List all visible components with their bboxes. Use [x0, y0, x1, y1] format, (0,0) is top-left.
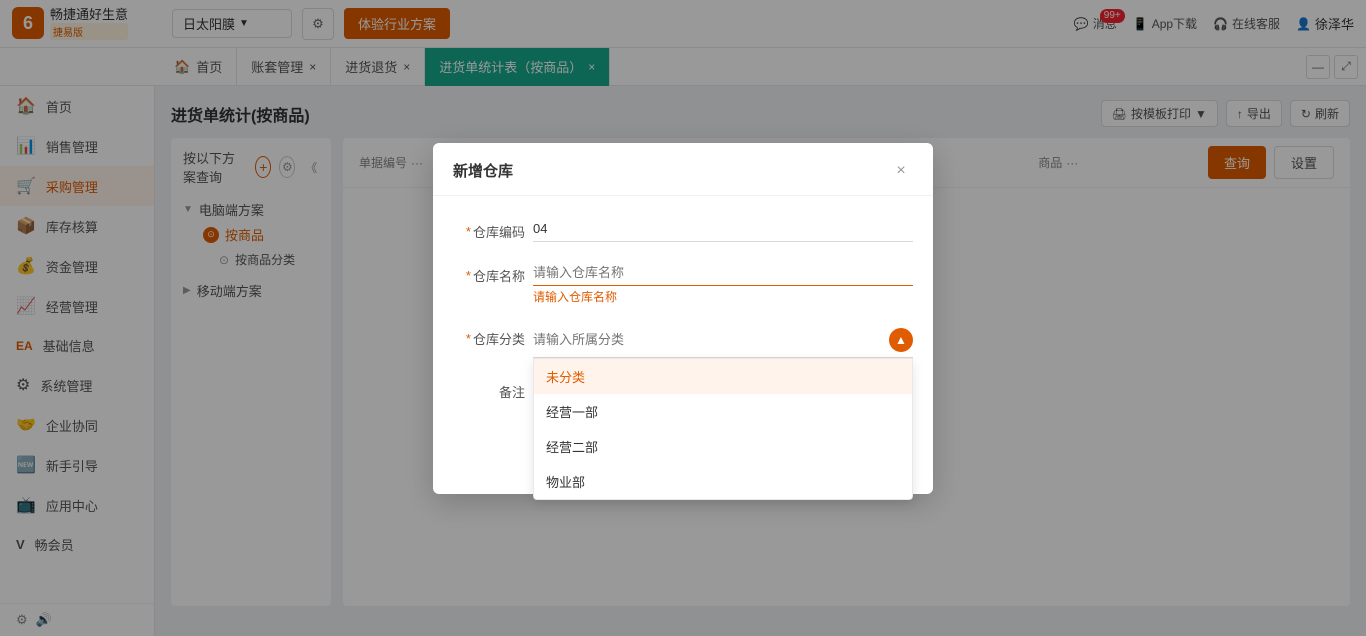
modal-close-button[interactable]: ×	[889, 159, 913, 183]
modal-overlay: 新增仓库 × * 仓库编码 * 仓库名称	[0, 0, 1366, 636]
note-label: 备注	[453, 376, 533, 401]
add-warehouse-modal: 新增仓库 × * 仓库编码 * 仓库名称	[433, 143, 933, 494]
name-error-msg: 请输入仓库名称	[533, 288, 913, 305]
dropdown-option-dept2[interactable]: 经营二部	[534, 429, 912, 464]
category-label: * 仓库分类	[453, 323, 533, 348]
form-row-code: * 仓库编码	[453, 216, 913, 242]
category-input[interactable]	[533, 332, 889, 347]
modal-header: 新增仓库 ×	[433, 143, 933, 196]
modal-body: * 仓库编码 * 仓库名称 请输入仓库名称	[433, 196, 933, 411]
name-label: * 仓库名称	[453, 260, 533, 285]
chevron-up-icon: ▲	[895, 333, 907, 347]
category-dropdown-row: ▲	[533, 323, 913, 358]
dropdown-option-property[interactable]: 物业部	[534, 464, 912, 499]
code-label: * 仓库编码	[453, 216, 533, 241]
modal-title: 新增仓库	[453, 160, 513, 181]
category-dropdown-list: 未分类 经营一部 经营二部 物业部	[533, 358, 913, 500]
form-row-name: * 仓库名称 请输入仓库名称	[453, 260, 913, 305]
dropdown-option-dept1[interactable]: 经营一部	[534, 394, 912, 429]
name-input[interactable]	[533, 260, 913, 286]
form-row-category: * 仓库分类 ▲ 未分类 经营一部	[453, 323, 913, 358]
code-field-wrap	[533, 216, 913, 242]
category-field-wrap: ▲ 未分类 经营一部 经营二部 物业	[533, 323, 913, 358]
code-input[interactable]	[533, 216, 913, 242]
dropdown-toggle-button[interactable]: ▲	[889, 328, 913, 352]
dropdown-option-unclassified[interactable]: 未分类	[534, 359, 912, 394]
name-field-wrap: 请输入仓库名称	[533, 260, 913, 305]
